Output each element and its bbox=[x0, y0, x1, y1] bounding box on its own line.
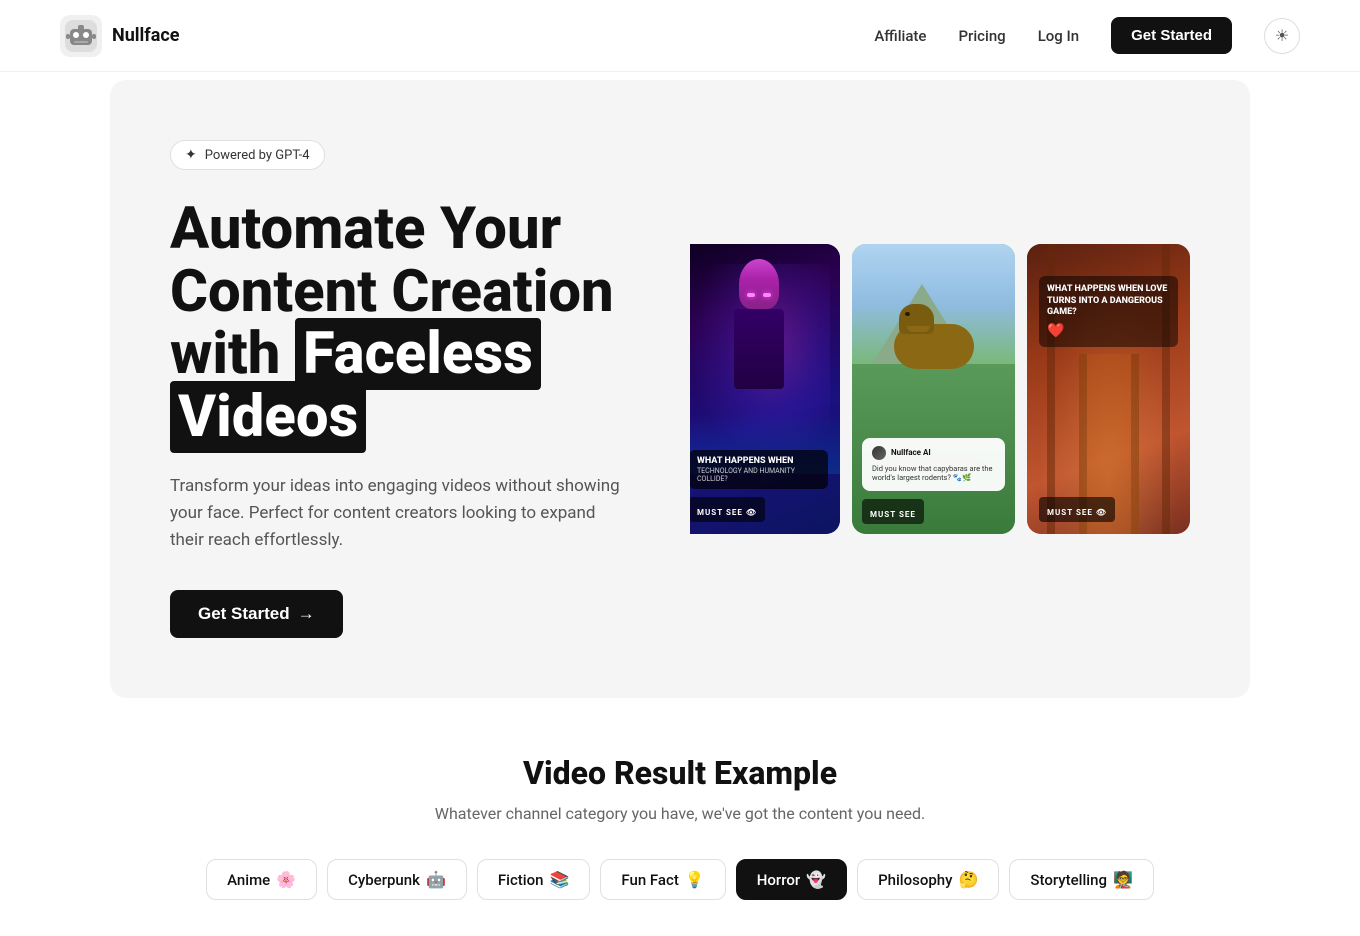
category-label-1: Cyberpunk bbox=[348, 871, 420, 889]
hero-cta-label: Get Started bbox=[198, 604, 290, 624]
logo-link[interactable]: Nullface bbox=[60, 15, 179, 57]
romance-heart: ❤️ bbox=[1047, 323, 1170, 339]
figure-head bbox=[739, 259, 779, 309]
nav-get-started-button[interactable]: Get Started bbox=[1111, 17, 1232, 54]
logo-text: Nullface bbox=[112, 25, 179, 46]
video-card-cyberpunk[interactable]: WHAT HAPPENS WHEN TECHNOLOGY AND HUMANIT… bbox=[690, 244, 840, 534]
category-tag-horror[interactable]: Horror 👻 bbox=[736, 859, 847, 900]
category-label-3: Fun Fact bbox=[621, 871, 678, 889]
tweet-text-content: Did you know that capybaras are the worl… bbox=[872, 464, 995, 484]
cyber-question-text: WHAT HAPPENS WHEN bbox=[697, 456, 820, 467]
nature-card-overlay: Nullface AI Did you know that capybaras … bbox=[852, 428, 1015, 535]
hero-title: Automate Your Content Creation with Face… bbox=[170, 198, 690, 449]
hero-left: ✦ Powered by GPT-4 Automate Your Content… bbox=[170, 140, 690, 638]
navbar: Nullface Affiliate Pricing Log In Get St… bbox=[0, 0, 1360, 72]
cyber-question-sub: TECHNOLOGY AND HUMANITY COLLIDE? bbox=[697, 467, 820, 483]
category-tag-fun-fact[interactable]: Fun Fact 💡 bbox=[600, 859, 725, 900]
nav-affiliate[interactable]: Affiliate bbox=[874, 27, 926, 45]
category-tag-philosophy[interactable]: Philosophy 🤔 bbox=[857, 859, 999, 900]
category-emoji-2: 📚 bbox=[549, 870, 569, 889]
category-label-0: Anime bbox=[227, 871, 270, 889]
hero-title-line1: Automate Your bbox=[170, 195, 561, 263]
nature-must-see-text: MUST SEE bbox=[870, 510, 916, 519]
gpt-badge-text: Powered by GPT-4 bbox=[205, 148, 310, 163]
hero-description: Transform your ideas into engaging video… bbox=[170, 473, 630, 555]
hero-title-line3-prefix: with bbox=[170, 320, 295, 388]
category-label-6: Storytelling bbox=[1030, 871, 1107, 889]
category-label-2: Fiction bbox=[498, 871, 544, 889]
theme-toggle-button[interactable]: ☀ bbox=[1264, 18, 1300, 54]
category-label-5: Philosophy bbox=[878, 871, 952, 889]
gpt-badge-icon: ✦ bbox=[185, 147, 197, 163]
romance-must-see: MUST SEE 👁 bbox=[1039, 497, 1115, 522]
cap-snout bbox=[907, 326, 930, 332]
category-emoji-3: 💡 bbox=[685, 870, 705, 889]
tweet-box: Nullface AI Did you know that capybaras … bbox=[862, 438, 1005, 492]
hero-get-started-button[interactable]: Get Started → bbox=[170, 590, 343, 638]
category-emoji-4: 👻 bbox=[806, 870, 826, 889]
cyber-figure bbox=[719, 259, 799, 419]
tweet-username: Nullface AI bbox=[891, 448, 931, 457]
romance-title-text: WHAT HAPPENS WHEN LOVE TURNS INTO A DANG… bbox=[1047, 284, 1170, 319]
category-emoji-0: 🌸 bbox=[276, 870, 296, 889]
gpt-badge: ✦ Powered by GPT-4 bbox=[170, 140, 325, 170]
figure-body bbox=[734, 309, 784, 389]
navbar-links: Affiliate Pricing Log In Get Started ☀ bbox=[874, 17, 1300, 54]
sun-icon: ☀ bbox=[1275, 26, 1289, 46]
category-tag-cyberpunk[interactable]: Cyberpunk 🤖 bbox=[327, 859, 467, 900]
hero-title-highlight2: Videos bbox=[170, 381, 366, 453]
video-card-nature[interactable]: Nullface AI Did you know that capybaras … bbox=[852, 244, 1015, 534]
nav-login[interactable]: Log In bbox=[1038, 27, 1079, 45]
category-tag-fiction[interactable]: Fiction 📚 bbox=[477, 859, 591, 900]
capybara-head bbox=[899, 304, 934, 334]
hero-right: WHAT HAPPENS WHEN TECHNOLOGY AND HUMANIT… bbox=[690, 159, 1190, 619]
category-emoji-1: 🤖 bbox=[426, 870, 446, 889]
eye-right bbox=[763, 293, 771, 297]
logo-icon bbox=[60, 15, 102, 57]
category-emoji-5: 🤔 bbox=[959, 870, 979, 889]
romance-overlay: WHAT HAPPENS WHEN LOVE TURNS INTO A DANG… bbox=[1027, 244, 1190, 534]
capybara-body bbox=[894, 324, 974, 369]
category-tag-storytelling[interactable]: Storytelling 🧑‍🏫 bbox=[1009, 859, 1153, 900]
cap-eye bbox=[905, 312, 910, 316]
nature-must-see: MUST SEE bbox=[862, 499, 924, 524]
romance-title-box: WHAT HAPPENS WHEN LOVE TURNS INTO A DANG… bbox=[1039, 276, 1178, 347]
video-card-strip: WHAT HAPPENS WHEN TECHNOLOGY AND HUMANIT… bbox=[690, 244, 1190, 534]
capybara-figure bbox=[884, 324, 984, 394]
hero-title-line2: Content Creation bbox=[170, 258, 614, 326]
video-result-subtitle: Whatever channel category you have, we'v… bbox=[170, 804, 1190, 823]
hero-section: ✦ Powered by GPT-4 Automate Your Content… bbox=[110, 80, 1250, 698]
eye-left bbox=[747, 293, 755, 297]
hero-cta-arrow: → bbox=[298, 604, 315, 624]
category-emoji-6: 🧑‍🏫 bbox=[1113, 870, 1133, 889]
category-tag-anime[interactable]: Anime 🌸 bbox=[206, 859, 317, 900]
video-result-section: Video Result Example Whatever channel ca… bbox=[110, 706, 1250, 936]
hero-title-highlight1: Faceless bbox=[295, 318, 541, 390]
category-tags-container: Anime 🌸 Cyberpunk 🤖 Fiction 📚 Fun Fact 💡 Horror 👻… bbox=[170, 859, 1190, 900]
tweet-avatar bbox=[872, 446, 886, 460]
cyber-question-box: WHAT HAPPENS WHEN TECHNOLOGY AND HUMANIT… bbox=[690, 450, 828, 489]
tweet-header: Nullface AI bbox=[872, 446, 995, 460]
video-result-title: Video Result Example bbox=[170, 754, 1190, 792]
category-label-4: Horror bbox=[757, 871, 800, 889]
cyber-must-see-text: MUST SEE 👁 bbox=[697, 508, 757, 517]
cyber-card-overlay: WHAT HAPPENS WHEN TECHNOLOGY AND HUMANIT… bbox=[690, 438, 840, 534]
video-card-romance[interactable]: WHAT HAPPENS WHEN LOVE TURNS INTO A DANG… bbox=[1027, 244, 1190, 534]
nav-pricing[interactable]: Pricing bbox=[958, 27, 1005, 45]
cyber-must-see: MUST SEE 👁 bbox=[690, 497, 765, 522]
romance-must-see-text: MUST SEE 👁 bbox=[1047, 508, 1107, 517]
